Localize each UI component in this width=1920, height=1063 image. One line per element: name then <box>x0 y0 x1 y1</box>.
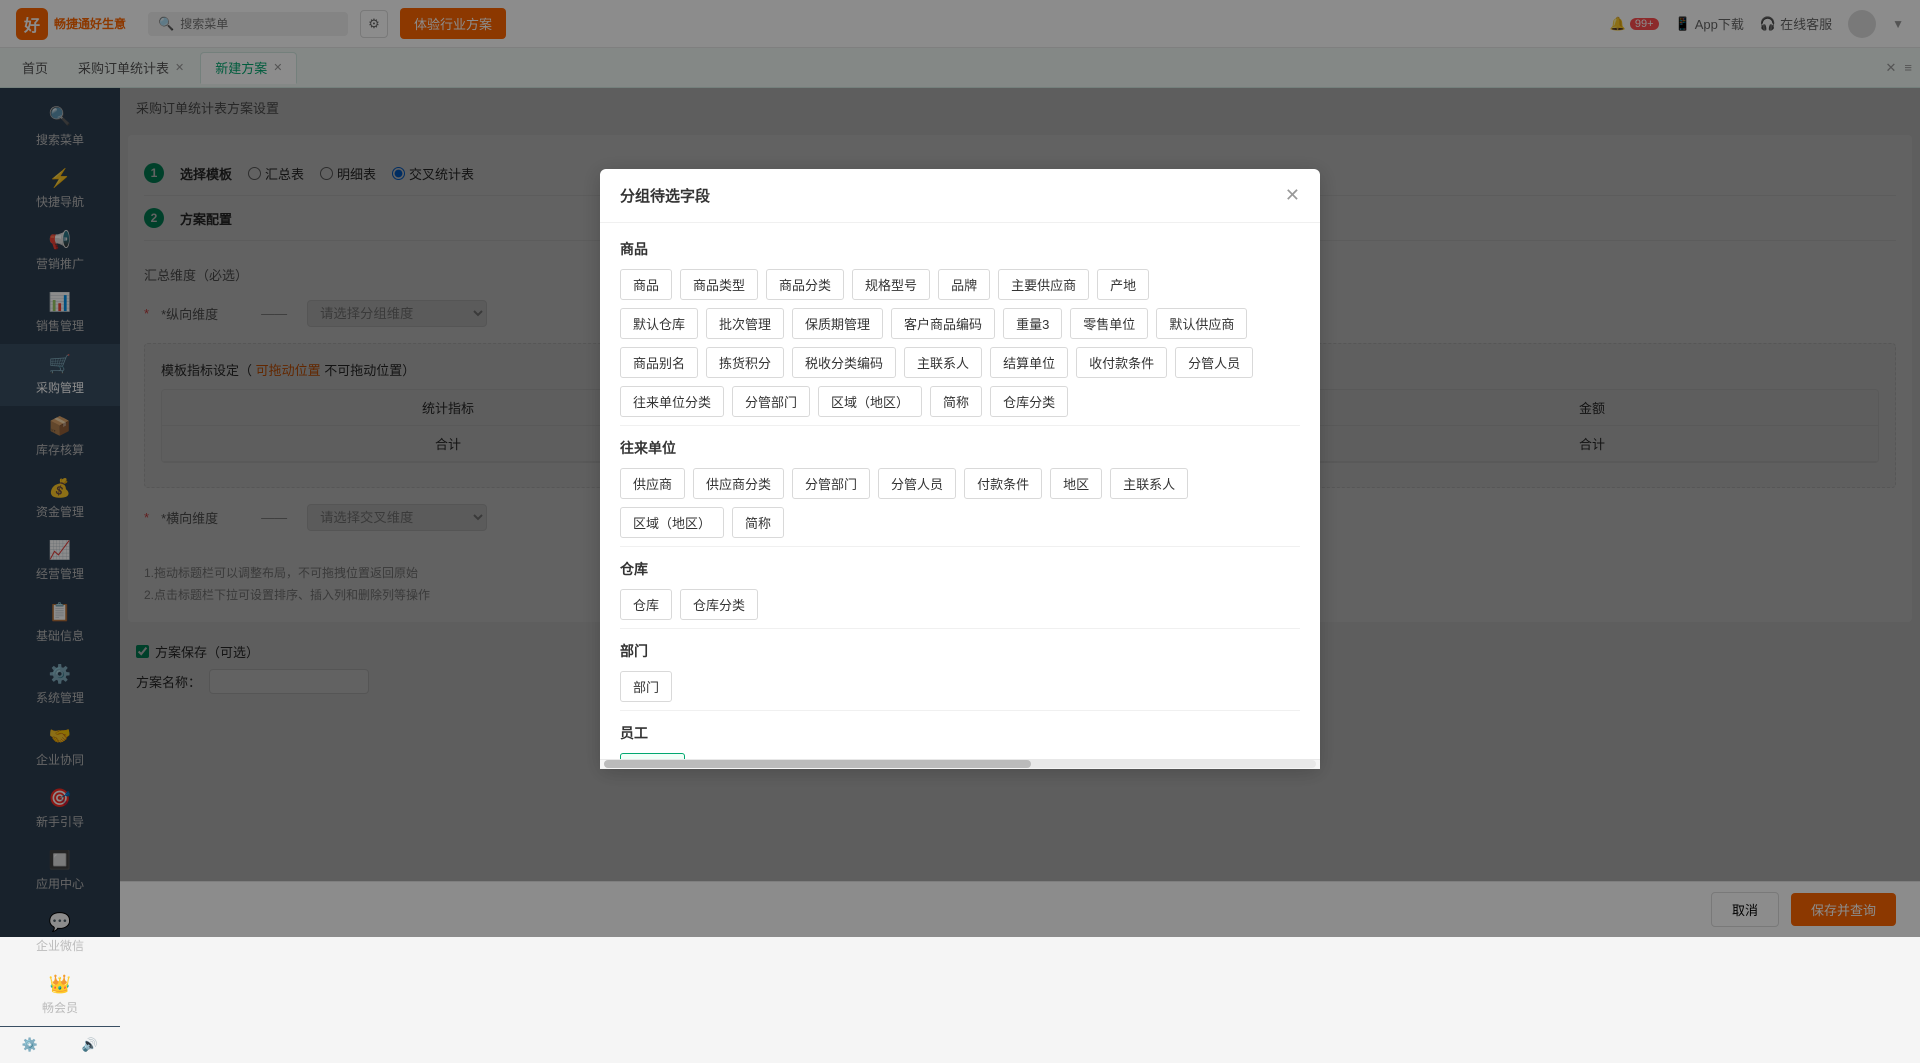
field-tag-partner-0[interactable]: 供应商 <box>620 468 685 499</box>
field-tag-product-4[interactable]: 品牌 <box>938 269 990 300</box>
field-tag-product-10[interactable]: 客户商品编码 <box>891 308 995 339</box>
section-product-title: 商品 <box>620 239 1300 259</box>
field-tag-product-3[interactable]: 规格型号 <box>852 269 930 300</box>
sidebar-wechat-label: 企业微信 <box>36 937 84 954</box>
warehouse-fields: 仓库 仓库分类 <box>620 589 1300 620</box>
field-tag-partner-1[interactable]: 供应商分类 <box>693 468 784 499</box>
modal-body[interactable]: 商品 商品 商品类型 商品分类 规格型号 品牌 主要供应商 产地 默认仓库 批次… <box>600 223 1320 760</box>
field-tag-partner-3[interactable]: 分管人员 <box>878 468 956 499</box>
sidebar-bottom: ⚙️ 🔊 <box>0 1026 120 1063</box>
sidebar-settings-icon[interactable]: ⚙️ <box>22 1037 38 1053</box>
dept-title-text: 部门 <box>620 643 648 659</box>
dept-fields: 部门 <box>620 671 1300 702</box>
divider-1 <box>620 425 1300 426</box>
field-tag-partner-5[interactable]: 地区 <box>1050 468 1102 499</box>
product-fields-3: 商品别名 拣货积分 税收分类编码 主联系人 结算单位 收付款条件 分管人员 <box>620 347 1300 378</box>
field-tag-product-22[interactable]: 分管部门 <box>732 386 810 417</box>
modal-overlay: 分组待选字段 ✕ 商品 商品 商品类型 商品分类 规格型号 品牌 主要供应商 产… <box>0 0 1920 937</box>
field-tag-product-17[interactable]: 主联系人 <box>904 347 982 378</box>
field-tag-wh-1[interactable]: 仓库分类 <box>680 589 758 620</box>
field-tag-product-2[interactable]: 商品分类 <box>766 269 844 300</box>
field-tag-product-6[interactable]: 产地 <box>1097 269 1149 300</box>
field-tag-partner-6[interactable]: 主联系人 <box>1110 468 1188 499</box>
field-tag-emp-0[interactable]: 业务员 <box>620 753 685 760</box>
field-tag-dept-0[interactable]: 部门 <box>620 671 672 702</box>
sidebar-volume-icon[interactable]: 🔊 <box>82 1037 98 1053</box>
field-tag-product-19[interactable]: 收付款条件 <box>1076 347 1167 378</box>
field-tag-product-9[interactable]: 保质期管理 <box>792 308 883 339</box>
field-tag-product-7[interactable]: 默认仓库 <box>620 308 698 339</box>
section-partner-title: 往来单位 <box>620 438 1300 458</box>
divider-2 <box>620 546 1300 547</box>
field-tag-wh-0[interactable]: 仓库 <box>620 589 672 620</box>
field-tag-partner-4[interactable]: 付款条件 <box>964 468 1042 499</box>
field-tag-partner-7[interactable]: 区域（地区） <box>620 507 724 538</box>
field-tag-product-20[interactable]: 分管人员 <box>1175 347 1253 378</box>
field-select-modal: 分组待选字段 ✕ 商品 商品 商品类型 商品分类 规格型号 品牌 主要供应商 产… <box>600 169 1320 769</box>
product-fields: 商品 商品类型 商品分类 规格型号 品牌 主要供应商 产地 <box>620 269 1300 300</box>
employee-fields: 业务员 <box>620 753 1300 760</box>
field-tag-product-5[interactable]: 主要供应商 <box>998 269 1089 300</box>
section-warehouse-title: 仓库 <box>620 559 1300 579</box>
field-tag-product-24[interactable]: 简称 <box>930 386 982 417</box>
partner-fields: 供应商 供应商分类 分管部门 分管人员 付款条件 地区 主联系人 <box>620 468 1300 499</box>
field-tag-product-23[interactable]: 区域（地区） <box>818 386 922 417</box>
sidebar-item-member[interactable]: 👑 畅会员 <box>0 964 120 1026</box>
employee-title-text: 员工 <box>620 725 648 741</box>
modal-close-button[interactable]: ✕ <box>1285 186 1300 204</box>
product-fields-4: 往来单位分类 分管部门 区域（地区） 简称 仓库分类 <box>620 386 1300 417</box>
section-employee-title: 员工 <box>620 723 1300 743</box>
product-fields-2: 默认仓库 批次管理 保质期管理 客户商品编码 重量3 零售单位 默认供应商 <box>620 308 1300 339</box>
field-tag-product-8[interactable]: 批次管理 <box>706 308 784 339</box>
modal-title: 分组待选字段 <box>620 185 710 206</box>
field-tag-product-16[interactable]: 税收分类编码 <box>792 347 896 378</box>
field-tag-partner-8[interactable]: 简称 <box>732 507 784 538</box>
field-tag-product-12[interactable]: 零售单位 <box>1070 308 1148 339</box>
field-tag-product-25[interactable]: 仓库分类 <box>990 386 1068 417</box>
field-tag-product-0[interactable]: 商品 <box>620 269 672 300</box>
field-tag-product-18[interactable]: 结算单位 <box>990 347 1068 378</box>
member-icon: 👑 <box>49 974 71 995</box>
field-tag-product-11[interactable]: 重量3 <box>1003 308 1062 339</box>
field-tag-partner-2[interactable]: 分管部门 <box>792 468 870 499</box>
field-tag-product-14[interactable]: 商品别名 <box>620 347 698 378</box>
field-tag-product-1[interactable]: 商品类型 <box>680 269 758 300</box>
divider-4 <box>620 710 1300 711</box>
product-title-text: 商品 <box>620 241 648 257</box>
warehouse-title-text: 仓库 <box>620 561 648 577</box>
divider-3 <box>620 628 1300 629</box>
field-tag-product-15[interactable]: 拣货积分 <box>706 347 784 378</box>
partner-fields-2: 区域（地区） 简称 <box>620 507 1300 538</box>
sidebar-member-label: 畅会员 <box>42 999 78 1016</box>
section-dept-title: 部门 <box>620 641 1300 661</box>
modal-header: 分组待选字段 ✕ <box>600 169 1320 223</box>
modal-horizontal-scrollbar[interactable] <box>600 759 1320 768</box>
field-tag-product-21[interactable]: 往来单位分类 <box>620 386 724 417</box>
field-tag-product-13[interactable]: 默认供应商 <box>1156 308 1247 339</box>
partner-title-text: 往来单位 <box>620 440 676 456</box>
